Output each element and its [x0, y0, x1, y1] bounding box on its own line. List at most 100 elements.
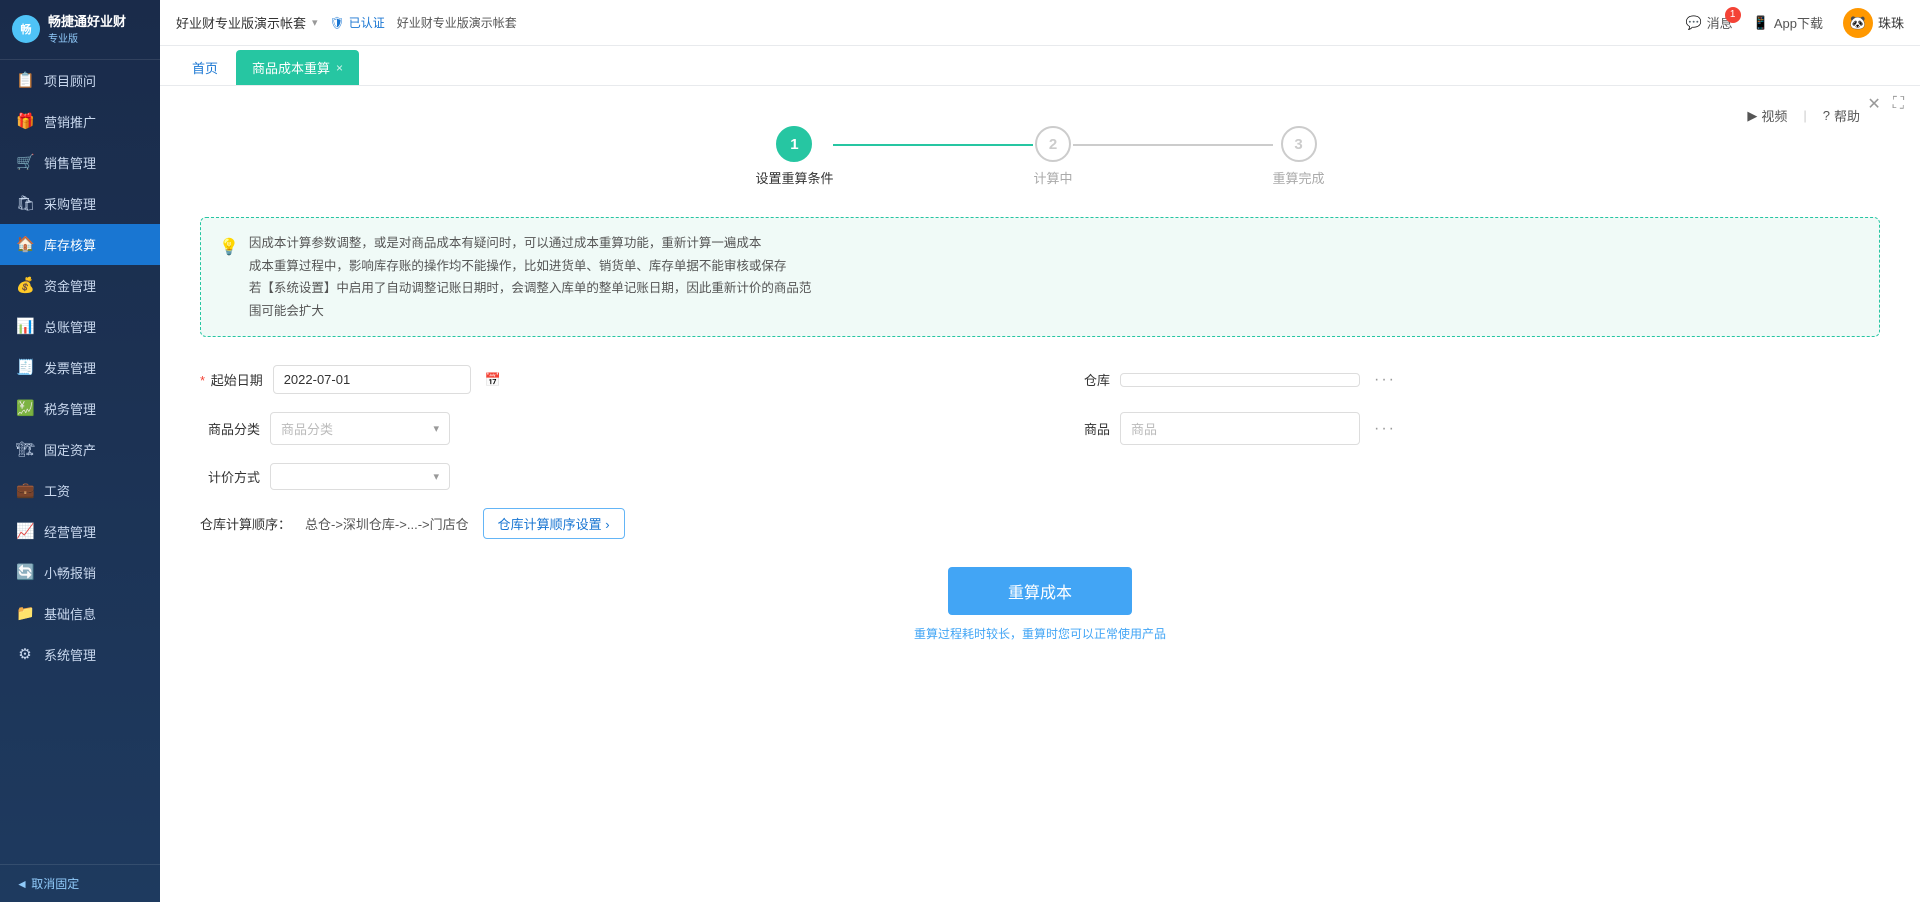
recalc-button[interactable]: 重算成本 [948, 567, 1132, 615]
tab-home[interactable]: 首页 [176, 50, 234, 85]
sidebar-item-project[interactable]: 📋 项目顾问 [0, 60, 160, 101]
messages-badge: 1 [1725, 7, 1741, 23]
sidebar-item-label: 项目顾问 [44, 71, 96, 90]
sidebar-item-purchase[interactable]: 🛍 采购管理 [0, 183, 160, 224]
expand-window-button[interactable]: ⛶ [1893, 95, 1904, 113]
assets-icon: 🏗 [16, 440, 34, 458]
expense-icon: 🔄 [16, 563, 34, 581]
calc-order-settings-button[interactable]: 仓库计算顺序设置 › [483, 508, 625, 539]
invoice-icon: 🧾 [16, 358, 34, 376]
marketing-icon: 🎁 [16, 112, 34, 130]
verified-badge: 🛡 已认证 [330, 14, 385, 31]
step-2-label: 计算中 [1033, 168, 1072, 187]
step-3: 3 重算完成 [1273, 126, 1325, 187]
start-date-input[interactable] [273, 365, 471, 394]
form-row-1: * 起始日期 📅 仓库 ··· [200, 365, 1880, 394]
sidebar-item-label: 采购管理 [44, 194, 96, 213]
step-2: 2 计算中 [1033, 126, 1072, 187]
sidebar-item-label: 固定资产 [44, 440, 96, 459]
sidebar-item-system[interactable]: ⚙ 系统管理 [0, 634, 160, 675]
topbar: 好业财专业版演示帐套 ▾ 🛡 已认证 好业财专业版演示帐套 💬 消息 1 📱 A… [160, 0, 1920, 46]
sidebar-item-finance[interactable]: 💰 资金管理 [0, 265, 160, 306]
tab-cost-recalc[interactable]: 商品成本重算 × [236, 50, 359, 85]
message-icon: 💬 [1685, 15, 1701, 31]
sidebar-item-salary[interactable]: 💼 工资 [0, 470, 160, 511]
sales-icon: 🛒 [16, 153, 34, 171]
pricing-select[interactable]: ▾ [270, 463, 450, 490]
warehouse-more-icon[interactable]: ··· [1374, 371, 1396, 389]
sidebar-item-assets[interactable]: 🏗 固定资产 [0, 429, 160, 470]
sidebar-item-expense[interactable]: 🔄 小畅报销 [0, 552, 160, 593]
project-icon: 📋 [16, 71, 34, 89]
sidebar-subtitle: 专业版 [48, 30, 126, 45]
goods-field: 商品 商品 ··· [1050, 412, 1880, 445]
sidebar-item-accounting[interactable]: 📊 总账管理 [0, 306, 160, 347]
user-avatar-area[interactable]: 🐼 珠珠 [1843, 8, 1904, 38]
sidebar-item-marketing[interactable]: 🎁 营销推广 [0, 101, 160, 142]
sidebar-item-operations[interactable]: 📈 经营管理 [0, 511, 160, 552]
category-field: 商品分类 商品分类 ▾ [200, 412, 1030, 445]
category-chevron-icon: ▾ [433, 422, 439, 435]
sidebar-item-label: 库存核算 [44, 235, 96, 254]
form-section: * 起始日期 📅 仓库 ··· 商品分类 [200, 365, 1880, 539]
shield-icon: 🛡 [330, 16, 345, 30]
topbar-account-label: 好业财专业版演示帐套 [397, 14, 517, 31]
basic-icon: 📁 [16, 604, 34, 622]
account-name: 好业财专业版演示帐套 [176, 13, 306, 32]
steps-container: 1 设置重算条件 2 计算中 3 重算完成 [200, 116, 1880, 187]
category-select[interactable]: 商品分类 ▾ [270, 412, 450, 445]
account-selector[interactable]: 好业财专业版演示帐套 ▾ [176, 13, 318, 32]
start-date-label: * 起始日期 [200, 370, 263, 389]
step-2-circle: 2 [1035, 126, 1071, 162]
sidebar-item-tax[interactable]: 💹 税务管理 [0, 388, 160, 429]
sidebar-pin-toggle[interactable]: ◄ 取消固定 [0, 864, 160, 902]
sidebar-item-sales[interactable]: 🛒 销售管理 [0, 142, 160, 183]
goods-select[interactable]: 商品 [1120, 412, 1360, 445]
sidebar-item-basic[interactable]: 📁 基础信息 [0, 593, 160, 634]
calc-order-label: 仓库计算顺序： [200, 514, 291, 533]
info-line4: 围可能会扩大 [249, 300, 812, 323]
pricing-label: 计价方式 [200, 467, 260, 486]
form-row-pricing: 计价方式 ▾ [200, 463, 1880, 490]
goods-label: 商品 [1050, 419, 1110, 438]
info-line1: 因成本计算参数调整，或是对商品成本有疑问时，可以通过成本重算功能，重新计算一遍成… [249, 232, 812, 255]
sidebar-item-label: 销售管理 [44, 153, 96, 172]
info-icon: 💡 [219, 234, 239, 322]
step-3-circle: 3 [1281, 126, 1317, 162]
content-area: ✕ ⛶ ▶ 视频 | ? 帮助 1 设置重算条件 [160, 86, 1920, 902]
calendar-icon[interactable]: 📅 [485, 372, 501, 388]
warehouse-select[interactable] [1120, 373, 1360, 387]
messages-button[interactable]: 💬 消息 1 [1685, 13, 1732, 32]
pricing-field: 计价方式 ▾ [200, 463, 1880, 490]
info-line3: 若【系统设置】中启用了自动调整记账日期时，会调整入库单的整单记账日期，因此重新计… [249, 277, 812, 300]
tax-icon: 💹 [16, 399, 34, 417]
pricing-chevron-icon: ▾ [433, 470, 439, 483]
sidebar-item-invoice[interactable]: 🧾 发票管理 [0, 347, 160, 388]
step-2-num: 2 [1049, 136, 1057, 153]
operations-icon: 📈 [16, 522, 34, 540]
category-label: 商品分类 [200, 419, 260, 438]
form-row-2: 商品分类 商品分类 ▾ 商品 商品 ··· [200, 412, 1880, 445]
sidebar-item-label: 税务管理 [44, 399, 96, 418]
sidebar: 畅 畅捷通好业财 专业版 📋 项目顾问 🎁 营销推广 🛒 销售管理 🛍 采购管理… [0, 0, 160, 902]
sidebar-item-label: 营销推广 [44, 112, 96, 131]
tab-close-icon[interactable]: × [336, 61, 343, 75]
inventory-icon: 🏠 [16, 235, 34, 253]
tab-cost-recalc-label: 商品成本重算 [252, 58, 330, 77]
close-window-button[interactable]: ✕ [1867, 94, 1880, 114]
recalc-tip: 重算过程耗时较长，重算时您可以正常使用产品 [914, 625, 1166, 642]
step-3-num: 3 [1294, 136, 1302, 153]
info-box: 💡 因成本计算参数调整，或是对商品成本有疑问时，可以通过成本重算功能，重新计算一… [200, 217, 1880, 337]
app-download-label: App下载 [1774, 13, 1823, 32]
sidebar-item-inventory[interactable]: 🏠 库存核算 [0, 224, 160, 265]
action-center: 重算成本 重算过程耗时较长，重算时您可以正常使用产品 [200, 567, 1880, 642]
start-date-field: * 起始日期 📅 [200, 365, 1030, 394]
step-1-num: 1 [790, 136, 798, 153]
info-text: 因成本计算参数调整，或是对商品成本有疑问时，可以通过成本重算功能，重新计算一遍成… [249, 232, 812, 322]
main-area: 好业财专业版演示帐套 ▾ 🛡 已认证 好业财专业版演示帐套 💬 消息 1 📱 A… [160, 0, 1920, 902]
calc-order-row: 仓库计算顺序： 总仓->深圳仓库->...->门店仓 仓库计算顺序设置 › [200, 508, 1880, 539]
goods-more-icon[interactable]: ··· [1374, 420, 1396, 438]
sidebar-title: 畅捷通好业财 [48, 14, 126, 30]
app-download-button[interactable]: 📱 App下载 [1753, 13, 1823, 32]
account-chevron-icon: ▾ [312, 16, 318, 29]
